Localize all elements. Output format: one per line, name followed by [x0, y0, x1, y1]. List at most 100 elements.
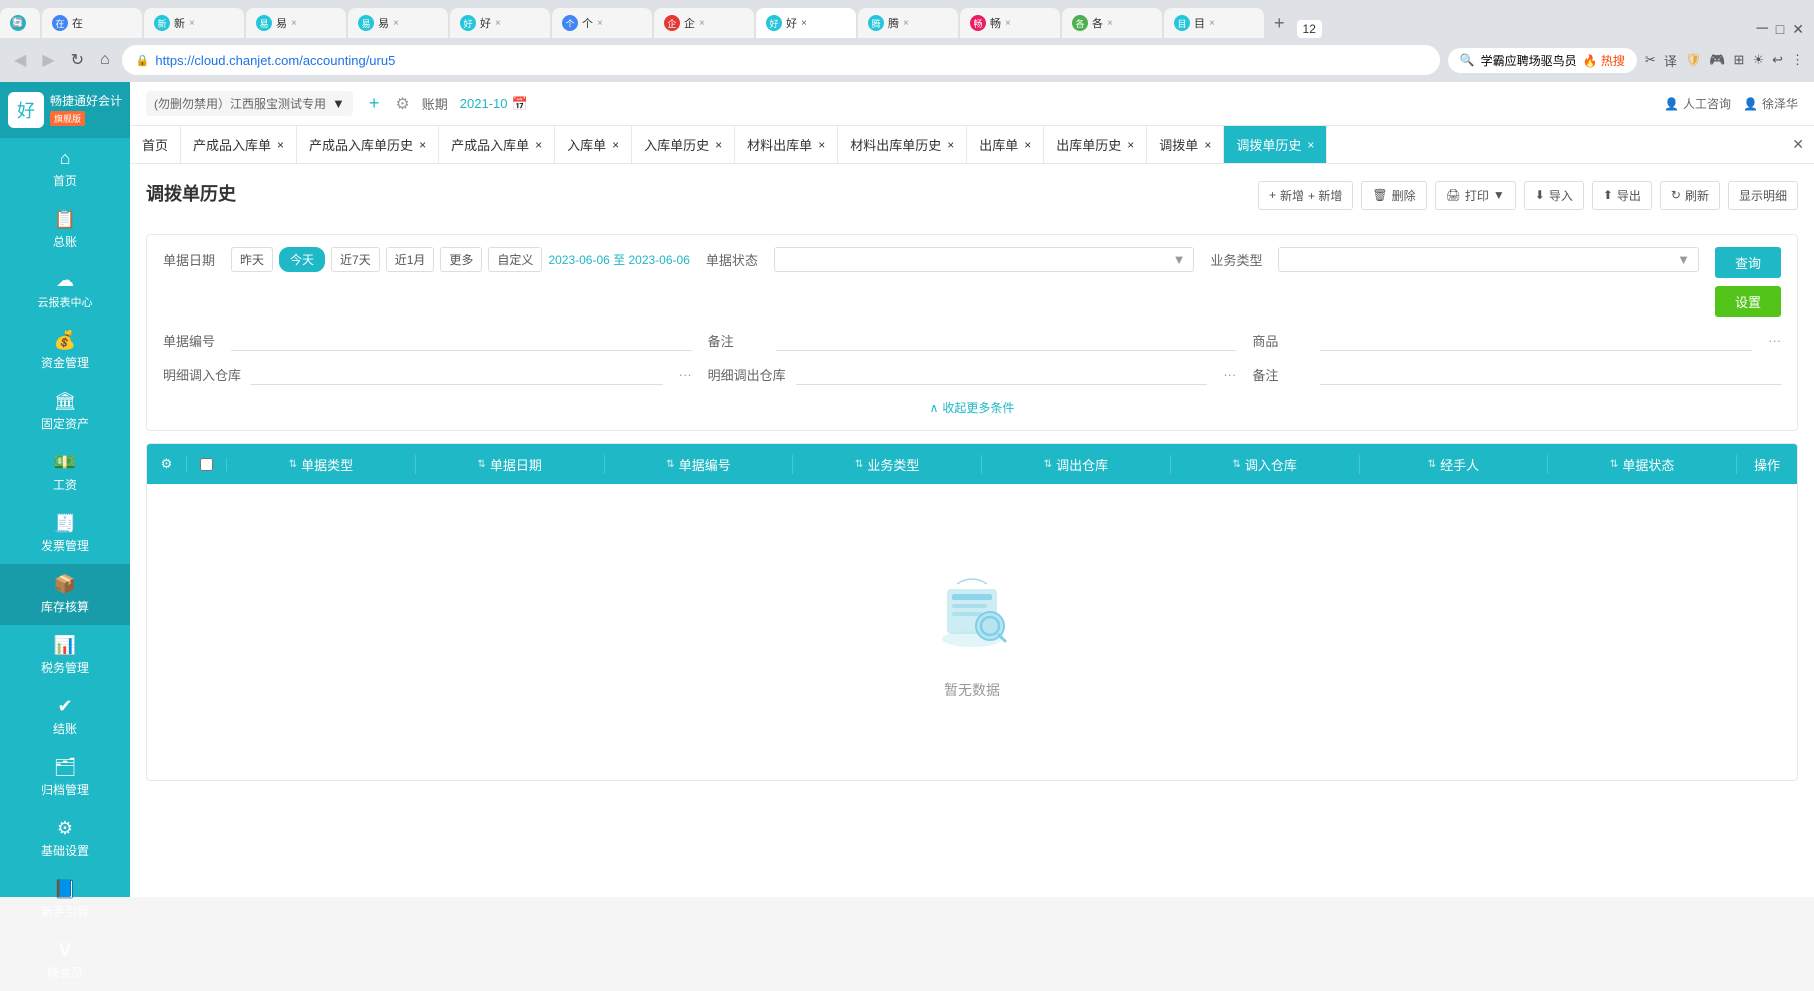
sidebar-item-cloud-report[interactable]: ☁ 云报表中心: [0, 260, 130, 320]
date-btn-custom[interactable]: 自定义: [488, 247, 542, 272]
delete-button[interactable]: 🗑 删除: [1361, 181, 1426, 210]
nav-tab-transfer[interactable]: 调拨单 ×: [1147, 126, 1224, 164]
nav-tab-stock-in-history[interactable]: 入库单历史 ×: [632, 126, 735, 164]
th-transfer-out[interactable]: ⇅ 调出仓库: [982, 455, 1171, 474]
menu-icon[interactable]: ⋮: [1791, 52, 1804, 68]
translate-icon[interactable]: 译: [1664, 51, 1677, 70]
nav-tab-10-close[interactable]: ×: [1204, 138, 1211, 152]
browser-tab-2[interactable]: 新 新 ×: [144, 8, 244, 38]
new-button[interactable]: +新增+ 新增: [1258, 181, 1353, 210]
new-tab-button[interactable]: +: [1266, 9, 1293, 38]
settings-gear-icon[interactable]: ⚙: [395, 94, 409, 114]
th-transfer-in[interactable]: ⇅ 调入仓库: [1171, 455, 1360, 474]
undo-icon[interactable]: ↩: [1772, 52, 1783, 68]
nav-tab-finished-goods-in2[interactable]: 产成品入库单 ×: [439, 126, 555, 164]
sidebar-item-salary[interactable]: 💵 工资: [0, 442, 130, 503]
detail-out-input[interactable]: [796, 363, 1208, 385]
add-company-button[interactable]: +: [365, 89, 384, 118]
display-detail-button[interactable]: 显示明细: [1728, 181, 1798, 210]
detail-in-picker-icon[interactable]: ···: [679, 367, 692, 382]
sidebar-item-close-account[interactable]: ✔ 结账: [0, 686, 130, 747]
collapse-button[interactable]: ∧ 收起更多条件: [163, 393, 1781, 418]
nav-tab-home[interactable]: 首页: [130, 126, 181, 164]
th-doc-date[interactable]: ⇅ 单据日期: [416, 455, 605, 474]
th-checkbox[interactable]: [187, 458, 227, 471]
browser-tab-5[interactable]: 好 好 ×: [450, 8, 550, 38]
biz-type-filter-select[interactable]: ▼: [1278, 247, 1699, 272]
scissors-icon[interactable]: ✂: [1645, 52, 1656, 68]
th-doc-status[interactable]: ⇅ 单据状态: [1548, 455, 1737, 474]
nav-tab-6-close[interactable]: ×: [818, 138, 825, 152]
browser-tab-4[interactable]: 易 易 ×: [348, 8, 448, 38]
browser-tab-8[interactable]: 好 好 ×: [756, 8, 856, 38]
sidebar-item-fund[interactable]: 💰 资金管理: [0, 320, 130, 381]
extension-icon[interactable]: 🛡: [1685, 52, 1702, 68]
forward-button[interactable]: ▶: [38, 46, 58, 74]
sidebar-item-member[interactable]: V 畅会员: [0, 930, 130, 991]
remark-input[interactable]: [776, 329, 1237, 351]
th-gear[interactable]: ⚙: [147, 456, 187, 472]
date-btn-7days[interactable]: 近7天: [331, 247, 380, 272]
nav-tab-3-close[interactable]: ×: [535, 138, 542, 152]
nav-tab-9-close[interactable]: ×: [1127, 138, 1134, 152]
th-handler[interactable]: ⇅ 经手人: [1360, 455, 1549, 474]
browser-tab-7[interactable]: 企 企 ×: [654, 8, 754, 38]
browser-tab-6[interactable]: 个 个 ×: [552, 8, 652, 38]
sidebar-item-inventory[interactable]: 📦 库存核算: [0, 564, 130, 625]
service-button[interactable]: 👤 人工咨询: [1664, 95, 1731, 112]
nav-tab-4-close[interactable]: ×: [612, 138, 619, 152]
browser-tab-10[interactable]: 畅 畅 ×: [960, 8, 1060, 38]
export-button[interactable]: ⬆ 导出: [1592, 181, 1652, 210]
th-biz-type[interactable]: ⇅ 业务类型: [793, 455, 982, 474]
nav-tab-stock-in[interactable]: 入库单 ×: [555, 126, 632, 164]
browser-tab-12[interactable]: 目 目 ×: [1164, 8, 1264, 38]
doc-no-input[interactable]: [231, 329, 692, 351]
nav-tab-11-close[interactable]: ×: [1307, 138, 1314, 152]
back-button[interactable]: ◀: [10, 46, 30, 74]
browser-tab-3[interactable]: 易 易 ×: [246, 8, 346, 38]
th-doc-no[interactable]: ⇅ 单据编号: [605, 455, 794, 474]
th-doc-type[interactable]: ⇅ 单据类型: [227, 455, 416, 474]
nav-tab-material-out-history[interactable]: 材料出库单历史 ×: [838, 126, 967, 164]
status-filter-select[interactable]: ▼: [774, 247, 1195, 272]
detail-out-picker-icon[interactable]: ···: [1223, 367, 1236, 382]
nav-tab-1-close[interactable]: ×: [277, 138, 284, 152]
nav-tab-2-close[interactable]: ×: [419, 138, 426, 152]
nav-tab-stock-out[interactable]: 出库单 ×: [967, 126, 1044, 164]
tab-nav-close-all[interactable]: ✕: [1782, 136, 1814, 153]
close-btn[interactable]: ✕: [1792, 21, 1804, 38]
nav-tab-7-close[interactable]: ×: [947, 138, 954, 152]
sidebar-item-guide[interactable]: 📘 新手引导: [0, 869, 130, 930]
home-button[interactable]: ⌂: [96, 47, 114, 73]
nav-tab-transfer-history[interactable]: 调拨单历史 ×: [1224, 126, 1327, 164]
gamepad-icon[interactable]: 🎮: [1709, 52, 1725, 68]
browser-tab-9[interactable]: 腾 腾 ×: [858, 8, 958, 38]
goods-input[interactable]: [1320, 329, 1752, 351]
goods-picker-icon[interactable]: ···: [1768, 333, 1781, 348]
browser-tab-1[interactable]: 在 在: [42, 8, 142, 38]
query-button[interactable]: 查询: [1715, 247, 1781, 278]
import-button[interactable]: ⬇ 导入: [1524, 181, 1584, 210]
nav-tab-8-close[interactable]: ×: [1024, 138, 1031, 152]
user-avatar[interactable]: 👤 徐泽华: [1743, 95, 1798, 112]
date-btn-1month[interactable]: 近1月: [386, 247, 435, 272]
minimize-btn[interactable]: ─: [1756, 20, 1767, 38]
select-all-checkbox[interactable]: [200, 458, 213, 471]
sidebar-item-tax[interactable]: 📊 税务管理: [0, 625, 130, 686]
refresh-button[interactable]: ↻: [67, 46, 88, 74]
grid-icon[interactable]: ⊞: [1734, 52, 1745, 68]
nav-tab-material-out[interactable]: 材料出库单 ×: [735, 126, 838, 164]
brightness-icon[interactable]: ☀: [1752, 52, 1764, 68]
nav-tab-stock-out-history[interactable]: 出库单历史 ×: [1044, 126, 1147, 164]
detail-in-input[interactable]: [251, 363, 663, 385]
date-btn-more[interactable]: 更多: [440, 247, 482, 272]
sidebar-item-archive[interactable]: 🗂 归档管理: [0, 747, 130, 808]
sidebar-item-ledger[interactable]: 📋 总账: [0, 199, 130, 260]
browser-tab-home[interactable]: 🔄: [0, 8, 40, 38]
url-bar[interactable]: 🔒 https://cloud.chanjet.com/accounting/u…: [122, 45, 1440, 75]
print-button[interactable]: 🖨 打印 ▼: [1435, 181, 1516, 210]
company-selector[interactable]: (勿删勿禁用）江西服宝测试专用 ▼: [146, 91, 353, 116]
sidebar-item-basic-settings[interactable]: ⚙ 基础设置: [0, 808, 130, 869]
sidebar-item-invoice[interactable]: 🧾 发票管理: [0, 503, 130, 564]
filter-settings-button[interactable]: 设置: [1715, 286, 1781, 317]
